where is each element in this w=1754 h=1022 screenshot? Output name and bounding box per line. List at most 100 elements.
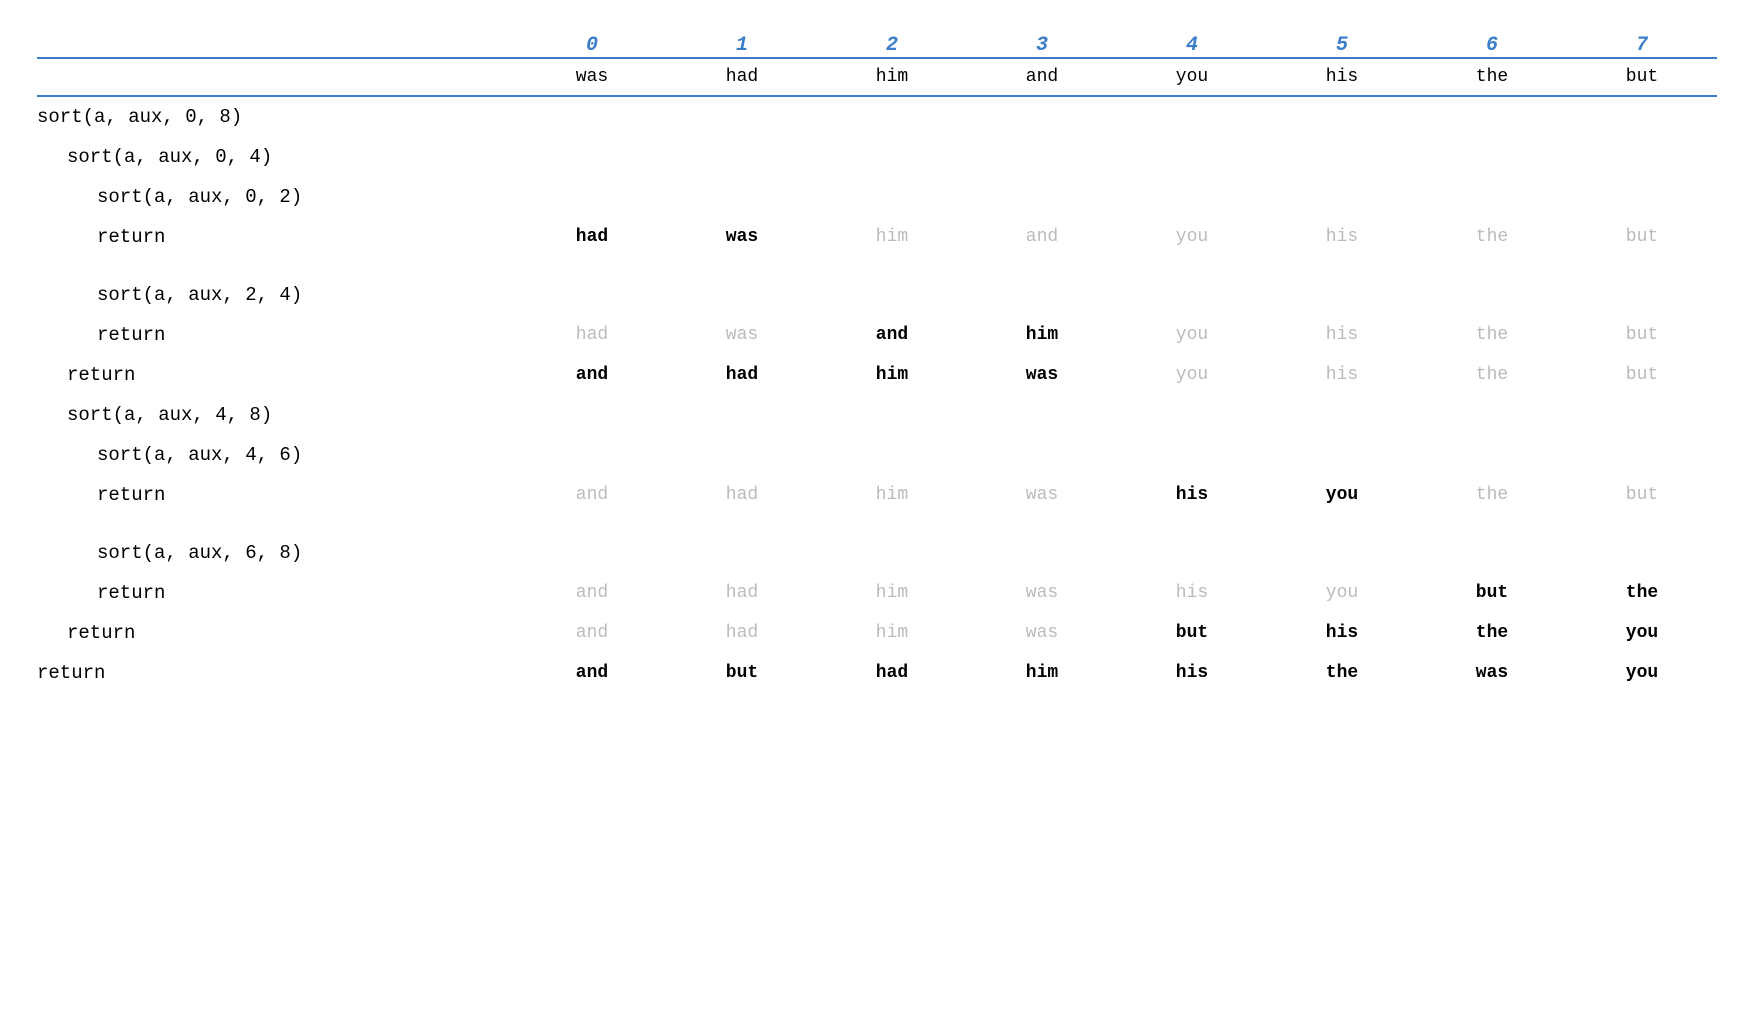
data-cell-r14-c0: and: [517, 614, 667, 652]
grid-row: [37, 257, 1717, 275]
data-cell-r13-c0: and: [517, 574, 667, 612]
data-cell-r13-c4: his: [1117, 574, 1267, 612]
array-index-1: 1: [667, 34, 817, 57]
code-line-11: [37, 515, 517, 533]
data-cell-r7-c0: and: [517, 356, 667, 394]
code-line-6: return: [37, 315, 517, 355]
data-cell-r10-c4: his: [1117, 476, 1267, 514]
code-line-10: return: [37, 475, 517, 515]
grid-row: returnandhadhimwasyouhisthebut: [37, 355, 1717, 395]
initial-value-5: his: [1267, 67, 1417, 87]
data-cell-r14-c4: but: [1117, 614, 1267, 652]
grid-row: sort(a, aux, 6, 8): [37, 533, 1717, 573]
grid-row: returnandhadhimwashisyoubutthe: [37, 573, 1717, 613]
data-cell-r7-c3: was: [967, 356, 1117, 394]
initial-value-0: was: [517, 67, 667, 87]
data-cell-r14-c5: his: [1267, 614, 1417, 652]
code-line-3: return: [37, 217, 517, 257]
data-cell-r14-c3: was: [967, 614, 1117, 652]
data-cell-r10-c6: the: [1417, 476, 1567, 514]
code-line-7: return: [37, 355, 517, 395]
data-cell-r7-c7: but: [1567, 356, 1717, 394]
data-cell-r7-c1: had: [667, 356, 817, 394]
grid-row: [37, 515, 1717, 533]
array-index-7: 7: [1567, 34, 1717, 57]
code-line-5: sort(a, aux, 2, 4): [37, 275, 517, 315]
data-cell-r13-c3: was: [967, 574, 1117, 612]
array-index-0: 0: [517, 34, 667, 57]
data-cell-r14-c7: you: [1567, 614, 1717, 652]
data-cell-r6-c2: and: [817, 316, 967, 354]
code-line-12: sort(a, aux, 6, 8): [37, 533, 517, 573]
initial-value-4: you: [1117, 67, 1267, 87]
grid-row: sort(a, aux, 4, 6): [37, 435, 1717, 475]
data-cell-r3-c7: but: [1567, 218, 1717, 256]
data-cell-r14-c2: him: [817, 614, 967, 652]
data-cell-r7-c2: him: [817, 356, 967, 394]
data-cell-r6-c4: you: [1117, 316, 1267, 354]
data-cell-r3-c0: had: [517, 218, 667, 256]
data-cell-r3-c6: the: [1417, 218, 1567, 256]
code-line-15: return: [37, 653, 517, 693]
array-index-3: 3: [967, 34, 1117, 57]
data-cell-r15-c7: you: [1567, 654, 1717, 692]
array-index-6: 6: [1417, 34, 1567, 57]
data-cell-r3-c5: his: [1267, 218, 1417, 256]
grid-row: returnandbuthadhimhisthewasyou: [37, 653, 1717, 693]
code-line-1: sort(a, aux, 0, 4): [37, 137, 517, 177]
code-line-14: return: [37, 613, 517, 653]
grid-row: sort(a, aux, 2, 4): [37, 275, 1717, 315]
data-cell-r14-c6: the: [1417, 614, 1567, 652]
code-line-4: [37, 257, 517, 275]
data-cell-r7-c4: you: [1117, 356, 1267, 394]
data-cell-r13-c6: but: [1417, 574, 1567, 612]
initial-value-3: and: [967, 67, 1117, 87]
data-cell-r10-c7: but: [1567, 476, 1717, 514]
data-cell-r6-c1: was: [667, 316, 817, 354]
data-cell-r15-c0: and: [517, 654, 667, 692]
initial-value-6: the: [1417, 67, 1567, 87]
grid-row: sort(a, aux, 4, 8): [37, 395, 1717, 435]
data-cell-r15-c2: had: [817, 654, 967, 692]
code-line-13: return: [37, 573, 517, 613]
data-cell-r10-c1: had: [667, 476, 817, 514]
data-cell-r15-c4: his: [1117, 654, 1267, 692]
data-cell-r13-c2: him: [817, 574, 967, 612]
data-cell-r6-c5: his: [1267, 316, 1417, 354]
data-cell-r10-c5: you: [1267, 476, 1417, 514]
data-cell-r13-c5: you: [1267, 574, 1417, 612]
data-cell-r6-c7: but: [1567, 316, 1717, 354]
data-cell-r7-c6: the: [1417, 356, 1567, 394]
initial-value-7: but: [1567, 67, 1717, 87]
grid-row: sort(a, aux, 0, 8): [37, 97, 1717, 137]
code-line-8: sort(a, aux, 4, 8): [37, 395, 517, 435]
grid-row: sort(a, aux, 0, 2): [37, 177, 1717, 217]
data-cell-r3-c4: you: [1117, 218, 1267, 256]
grid-row: returnandhadhimwasbuthistheyou: [37, 613, 1717, 653]
code-line-9: sort(a, aux, 4, 6): [37, 435, 517, 475]
initial-value-1: had: [667, 67, 817, 87]
grid-row: returnhadwasandhimyouhisthebut: [37, 315, 1717, 355]
data-cell-r3-c2: him: [817, 218, 967, 256]
data-cell-r15-c6: was: [1417, 654, 1567, 692]
grid-row: sort(a, aux, 0, 4): [37, 137, 1717, 177]
data-cell-r6-c0: had: [517, 316, 667, 354]
data-cell-r13-c7: the: [1567, 574, 1717, 612]
data-cell-r10-c3: was: [967, 476, 1117, 514]
code-line-2: sort(a, aux, 0, 2): [37, 177, 517, 217]
data-cell-r3-c1: was: [667, 218, 817, 256]
code-line-0: sort(a, aux, 0, 8): [37, 97, 517, 137]
data-cell-r6-c6: the: [1417, 316, 1567, 354]
data-cell-r6-c3: him: [967, 316, 1117, 354]
data-cell-r14-c1: had: [667, 614, 817, 652]
data-cell-r15-c5: the: [1267, 654, 1417, 692]
data-cell-r13-c1: had: [667, 574, 817, 612]
data-cell-r10-c2: him: [817, 476, 967, 514]
data-cell-r15-c3: him: [967, 654, 1117, 692]
data-cell-r10-c0: and: [517, 476, 667, 514]
initial-value-2: him: [817, 67, 967, 87]
data-cell-r3-c3: and: [967, 218, 1117, 256]
grid-row: returnandhadhimwashisyouthebut: [37, 475, 1717, 515]
data-cell-r7-c5: his: [1267, 356, 1417, 394]
grid-row: returnhadwashimandyouhisthebut: [37, 217, 1717, 257]
